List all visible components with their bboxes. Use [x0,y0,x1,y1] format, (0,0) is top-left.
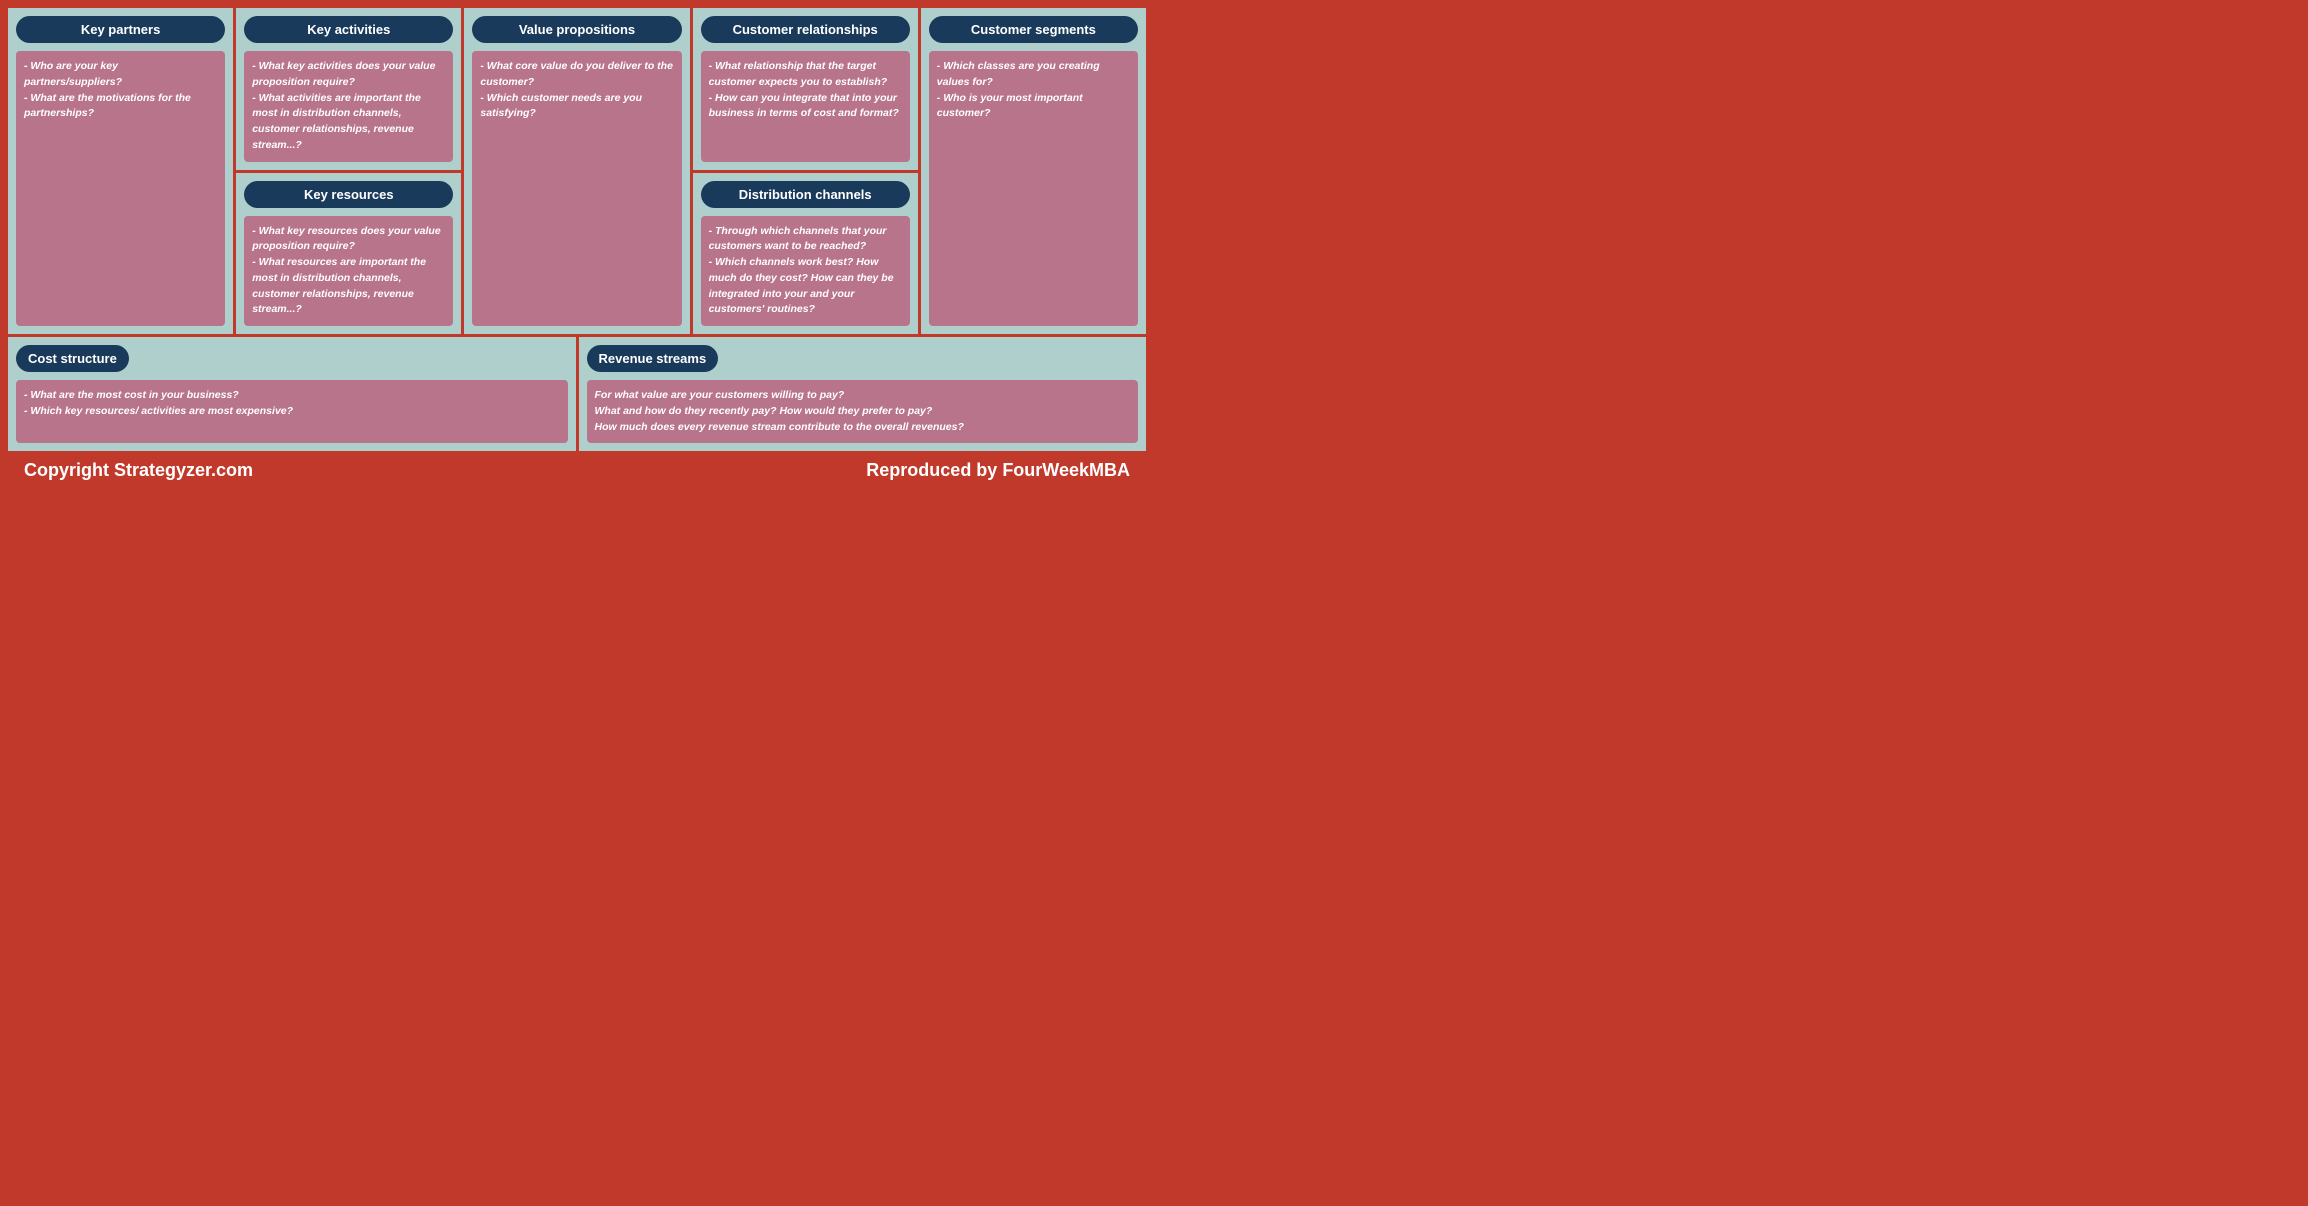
canvas-outer: Key partners - Who are your key partners… [0,0,1154,495]
distribution-channels-header: Distribution channels [701,181,910,208]
customer-segments-text: - Which classes are you creating values … [937,59,1130,122]
cost-structure-cell: Cost structure - What are the most cost … [8,337,576,451]
key-partners-cell: Key partners - Who are your key partners… [8,8,233,334]
distribution-channels-cell: Distribution channels - Through which ch… [693,173,918,335]
value-propositions-cell: Value propositions - What core value do … [464,8,689,334]
cost-structure-content: - What are the most cost in your busines… [16,380,568,443]
key-resources-header: Key resources [244,181,453,208]
value-propositions-text: - What core value do you deliver to the … [480,59,673,122]
key-partners-header: Key partners [16,16,225,43]
customer-segments-cell: Customer segments - Which classes are yo… [921,8,1146,334]
customer-segments-header: Customer segments [929,16,1138,43]
cost-structure-header: Cost structure [16,345,129,372]
customer-relationships-content: - What relationship that the target cust… [701,51,910,162]
key-resources-text: - What key resources does your value pro… [252,224,445,319]
key-partners-content: - Who are your key partners/suppliers? -… [16,51,225,326]
cost-structure-text: - What are the most cost in your busines… [24,388,560,420]
revenue-streams-content: For what value are your customers willin… [587,380,1139,443]
customer-relationships-cell: Customer relationships - What relationsh… [693,8,918,170]
footer-left: Copyright Strategyzer.com [24,460,253,481]
bottom-grid: Cost structure - What are the most cost … [8,337,1146,451]
key-activities-cell: Key activities - What key activities doe… [236,8,461,170]
key-activities-content: - What key activities does your value pr… [244,51,453,162]
key-resources-cell: Key resources - What key resources does … [236,173,461,335]
footer-right: Reproduced by FourWeekMBA [866,460,1130,481]
distribution-channels-text: - Through which channels that your custo… [709,224,902,319]
customer-relationships-header: Customer relationships [701,16,910,43]
value-propositions-content: - What core value do you deliver to the … [472,51,681,326]
revenue-streams-header: Revenue streams [587,345,719,372]
key-resources-content: - What key resources does your value pro… [244,216,453,327]
key-activities-header: Key activities [244,16,453,43]
customer-segments-content: - Which classes are you creating values … [929,51,1138,326]
value-propositions-header: Value propositions [472,16,681,43]
key-activities-text: - What key activities does your value pr… [252,59,445,154]
revenue-streams-cell: Revenue streams For what value are your … [579,337,1147,451]
footer: Copyright Strategyzer.com Reproduced by … [8,454,1146,487]
main-grid: Key partners - Who are your key partners… [8,8,1146,334]
key-partners-text: - Who are your key partners/suppliers? -… [24,59,217,122]
customer-relationships-text: - What relationship that the target cust… [709,59,902,122]
distribution-channels-content: - Through which channels that your custo… [701,216,910,327]
revenue-streams-text: For what value are your customers willin… [595,388,1131,435]
